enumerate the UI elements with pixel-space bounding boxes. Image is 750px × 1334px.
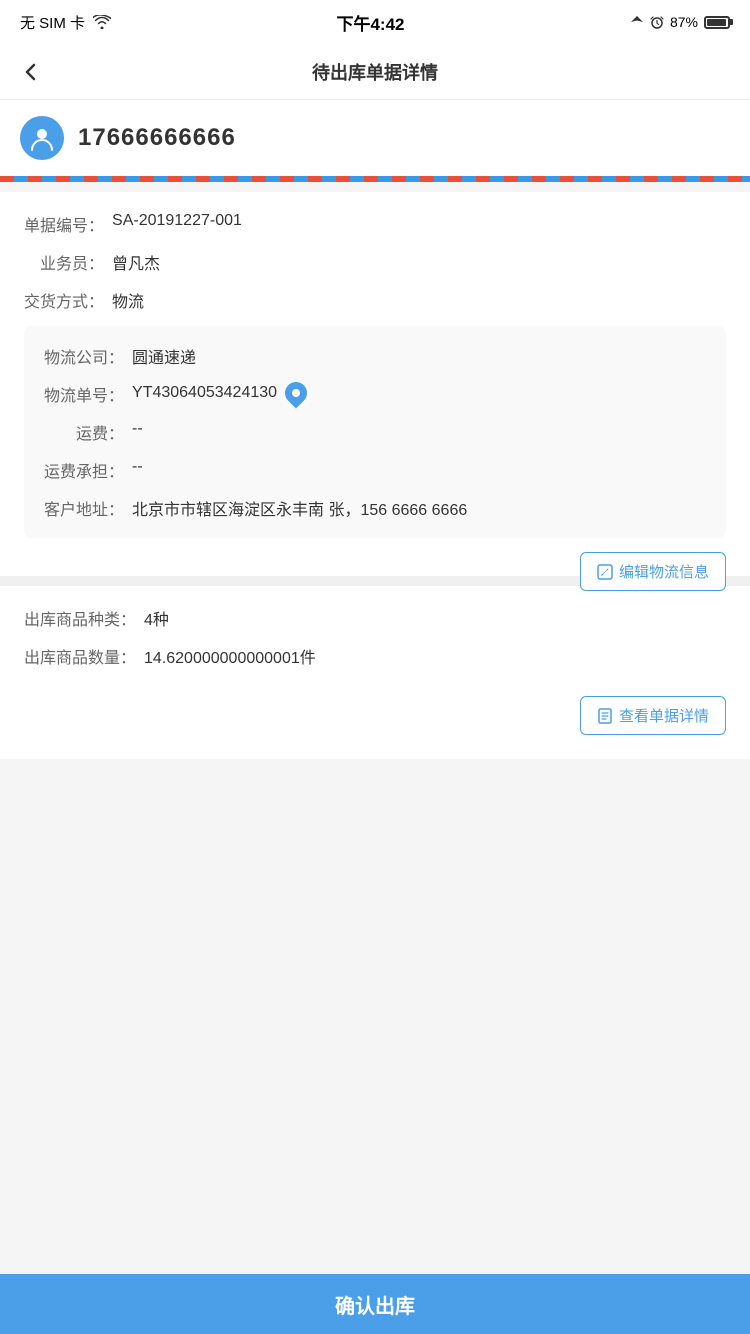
salesman-label: 业务员： — [24, 250, 104, 274]
logistics-company-row: 物流公司： 圆通速递 — [44, 344, 706, 368]
page-title: 待出库单据详情 — [312, 59, 438, 85]
quantity-label: 出库商品数量： — [24, 644, 136, 668]
battery-icon — [704, 16, 730, 29]
delivery-label: 交货方式： — [24, 288, 104, 312]
view-btn-container: 查看单据详情 — [24, 682, 726, 739]
map-location-icon[interactable] — [280, 377, 311, 408]
document-number-value: SA-20191227-001 — [112, 212, 726, 230]
bottom-area: 确认出库 — [0, 1274, 750, 1334]
salesman-value: 曾凡杰 — [112, 250, 726, 274]
delivery-value: 物流 — [112, 288, 726, 312]
freight-bear-value: -- — [132, 458, 706, 476]
logistics-company-value: 圆通速递 — [132, 344, 706, 368]
document-number-label: 单据编号： — [24, 212, 104, 236]
user-header: 17666666666 — [0, 100, 750, 176]
confirm-outbound-button[interactable]: 确认出库 — [0, 1274, 750, 1334]
user-phone: 17666666666 — [78, 124, 236, 152]
freight-value: -- — [132, 420, 706, 438]
back-button[interactable] — [20, 61, 42, 83]
logistics-tracking-label: 物流单号： — [44, 382, 124, 406]
type-label: 出库商品种类： — [24, 606, 136, 630]
address-value: 北京市市辖区海淀区永丰南 张，156 6666 6666 — [132, 496, 706, 520]
freight-row: 运费： -- — [44, 420, 706, 444]
summary-section: 出库商品种类： 4种 出库商品数量： 14.620000000000001件 查… — [0, 586, 750, 759]
edit-logistics-button[interactable]: 编辑物流信息 — [580, 552, 726, 591]
edit-btn-container: 编辑物流信息 — [24, 538, 726, 556]
freight-label: 运费： — [44, 420, 124, 444]
status-right: 87% — [630, 14, 730, 30]
edit-logistics-label: 编辑物流信息 — [619, 561, 709, 582]
address-row: 客户地址： 北京市市辖区海淀区永丰南 张，156 6666 6666 — [44, 496, 706, 520]
battery-percentage: 87% — [670, 14, 698, 30]
salesman-row: 业务员： 曾凡杰 — [24, 250, 726, 274]
view-details-label: 查看单据详情 — [619, 705, 709, 726]
logistics-tracking-row: 物流单号： YT43064053424130 — [44, 382, 706, 406]
delivery-row: 交货方式： 物流 — [24, 288, 726, 312]
edit-icon — [597, 564, 613, 580]
logistics-company-label: 物流公司： — [44, 344, 124, 368]
type-value: 4种 — [144, 606, 169, 630]
status-left: 无 SIM 卡 — [20, 12, 111, 33]
status-time: 下午4:42 — [336, 10, 404, 35]
view-details-button[interactable]: 查看单据详情 — [580, 696, 726, 735]
nav-bar: 待出库单据详情 — [0, 44, 750, 100]
carrier-text: 无 SIM 卡 — [20, 12, 85, 33]
document-number-row: 单据编号： SA-20191227-001 — [24, 212, 726, 236]
logistics-tracking-value: YT43064053424130 — [132, 382, 706, 404]
address-label: 客户地址： — [44, 496, 124, 520]
freight-bear-label: 运费承担： — [44, 458, 124, 482]
dashed-divider — [0, 176, 750, 182]
status-bar: 无 SIM 卡 下午4:42 87% — [0, 0, 750, 44]
logistics-card: 物流公司： 圆通速递 物流单号： YT43064053424130 运费： --… — [24, 326, 726, 538]
quantity-value: 14.620000000000001件 — [144, 644, 316, 668]
document-info-section: 单据编号： SA-20191227-001 业务员： 曾凡杰 交货方式： 物流 … — [0, 192, 750, 576]
wifi-icon — [93, 15, 111, 29]
type-row: 出库商品种类： 4种 — [24, 606, 726, 630]
document-icon — [597, 708, 613, 724]
location-arrow-icon — [630, 15, 644, 29]
avatar — [20, 116, 64, 160]
freight-bear-row: 运费承担： -- — [44, 458, 706, 482]
alarm-icon — [650, 15, 664, 29]
quantity-row: 出库商品数量： 14.620000000000001件 — [24, 644, 726, 668]
